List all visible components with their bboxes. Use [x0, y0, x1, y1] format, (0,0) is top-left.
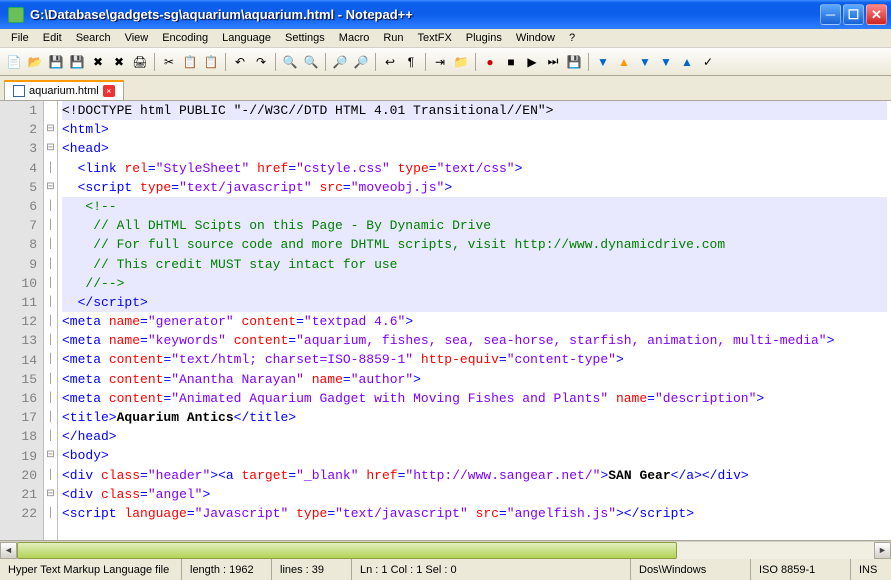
- horizontal-scrollbar[interactable]: ◄ ►: [0, 541, 891, 558]
- window-title: G:\Database\gadgets-sg\aquarium\aquarium…: [28, 7, 820, 22]
- redo-icon[interactable]: ↷: [251, 52, 271, 72]
- folder-icon[interactable]: 📁: [451, 52, 471, 72]
- tool1-icon[interactable]: ▼: [593, 52, 613, 72]
- tool4-icon[interactable]: ▼: [656, 52, 676, 72]
- menu-window[interactable]: Window: [509, 30, 562, 46]
- macro-play-icon[interactable]: ▶: [522, 52, 542, 72]
- menu-textfx[interactable]: TextFX: [411, 30, 459, 46]
- print-icon[interactable]: 🖨: [130, 52, 150, 72]
- maximize-button[interactable]: ☐: [843, 4, 864, 25]
- menu-settings[interactable]: Settings: [278, 30, 332, 46]
- save-all-icon[interactable]: 💾: [67, 52, 87, 72]
- menu-plugins[interactable]: Plugins: [459, 30, 509, 46]
- scroll-thumb[interactable]: [17, 542, 677, 559]
- statusbar: Hyper Text Markup Language file length :…: [0, 558, 891, 580]
- menu-view[interactable]: View: [118, 30, 156, 46]
- close-button[interactable]: ✕: [866, 4, 887, 25]
- titlebar[interactable]: G:\Database\gadgets-sg\aquarium\aquarium…: [0, 0, 891, 29]
- tool2-icon[interactable]: ▲: [614, 52, 634, 72]
- indent-guide-icon[interactable]: ⇥: [430, 52, 450, 72]
- macro-play-mult-icon[interactable]: ⏭: [543, 52, 563, 72]
- menu-file[interactable]: File: [4, 30, 36, 46]
- status-enc: ISO 8859-1: [751, 559, 851, 580]
- macro-record-icon[interactable]: ●: [480, 52, 500, 72]
- tab-close-icon[interactable]: ×: [103, 85, 115, 97]
- menubar: FileEditSearchViewEncodingLanguageSettin…: [0, 29, 891, 48]
- close-all-icon[interactable]: ✖: [109, 52, 129, 72]
- scroll-right-icon[interactable]: ►: [874, 542, 891, 559]
- spellcheck-icon[interactable]: ✓: [698, 52, 718, 72]
- tool5-icon[interactable]: ▲: [677, 52, 697, 72]
- toolbar: 📄 📂 💾 💾 ✖ ✖ 🖨 ✂ 📋 📋 ↶ ↷ 🔍 🔍 🔎 🔎 ↩ ¶ ⇥ 📁 …: [0, 48, 891, 76]
- fold-gutter[interactable]: ⊟⊟│⊟│││││││││││││⊟│⊟│: [44, 101, 58, 540]
- close-file-icon[interactable]: ✖: [88, 52, 108, 72]
- paste-icon[interactable]: 📋: [201, 52, 221, 72]
- status-lines: lines : 39: [272, 559, 352, 580]
- undo-icon[interactable]: ↶: [230, 52, 250, 72]
- menu-encoding[interactable]: Encoding: [155, 30, 215, 46]
- tool3-icon[interactable]: ▼: [635, 52, 655, 72]
- code-area[interactable]: <!DOCTYPE html PUBLIC "-//W3C//DTD HTML …: [58, 101, 891, 540]
- macro-save-icon[interactable]: 💾: [564, 52, 584, 72]
- save-icon[interactable]: 💾: [46, 52, 66, 72]
- status-lang: Hyper Text Markup Language file: [0, 559, 182, 580]
- status-mode: INS: [851, 559, 891, 580]
- status-eol: Dos\Windows: [631, 559, 751, 580]
- show-chars-icon[interactable]: ¶: [401, 52, 421, 72]
- find-icon[interactable]: 🔍: [280, 52, 300, 72]
- minimize-button[interactable]: ─: [820, 4, 841, 25]
- macro-stop-icon[interactable]: ■: [501, 52, 521, 72]
- menu-run[interactable]: Run: [376, 30, 410, 46]
- zoom-in-icon[interactable]: 🔎: [330, 52, 350, 72]
- status-length: length : 1962: [182, 559, 272, 580]
- status-pos: Ln : 1 Col : 1 Sel : 0: [352, 559, 631, 580]
- replace-icon[interactable]: 🔍: [301, 52, 321, 72]
- open-file-icon[interactable]: 📂: [25, 52, 45, 72]
- tab-label: aquarium.html: [29, 85, 99, 97]
- copy-icon[interactable]: 📋: [180, 52, 200, 72]
- line-number-gutter: 12345678910111213141516171819202122: [0, 101, 44, 540]
- file-icon: [13, 85, 25, 97]
- cut-icon[interactable]: ✂: [159, 52, 179, 72]
- menu-language[interactable]: Language: [215, 30, 278, 46]
- menu-search[interactable]: Search: [69, 30, 118, 46]
- menu-help[interactable]: ?: [562, 30, 582, 46]
- scroll-left-icon[interactable]: ◄: [0, 542, 17, 559]
- editor[interactable]: 12345678910111213141516171819202122 ⊟⊟│⊟…: [0, 101, 891, 541]
- menu-macro[interactable]: Macro: [332, 30, 377, 46]
- wrap-icon[interactable]: ↩: [380, 52, 400, 72]
- app-icon: [8, 7, 24, 23]
- menu-edit[interactable]: Edit: [36, 30, 69, 46]
- scroll-track[interactable]: [17, 542, 874, 559]
- tabbar: aquarium.html ×: [0, 76, 891, 101]
- new-file-icon[interactable]: 📄: [4, 52, 24, 72]
- tab-aquarium[interactable]: aquarium.html ×: [4, 80, 124, 100]
- zoom-out-icon[interactable]: 🔎: [351, 52, 371, 72]
